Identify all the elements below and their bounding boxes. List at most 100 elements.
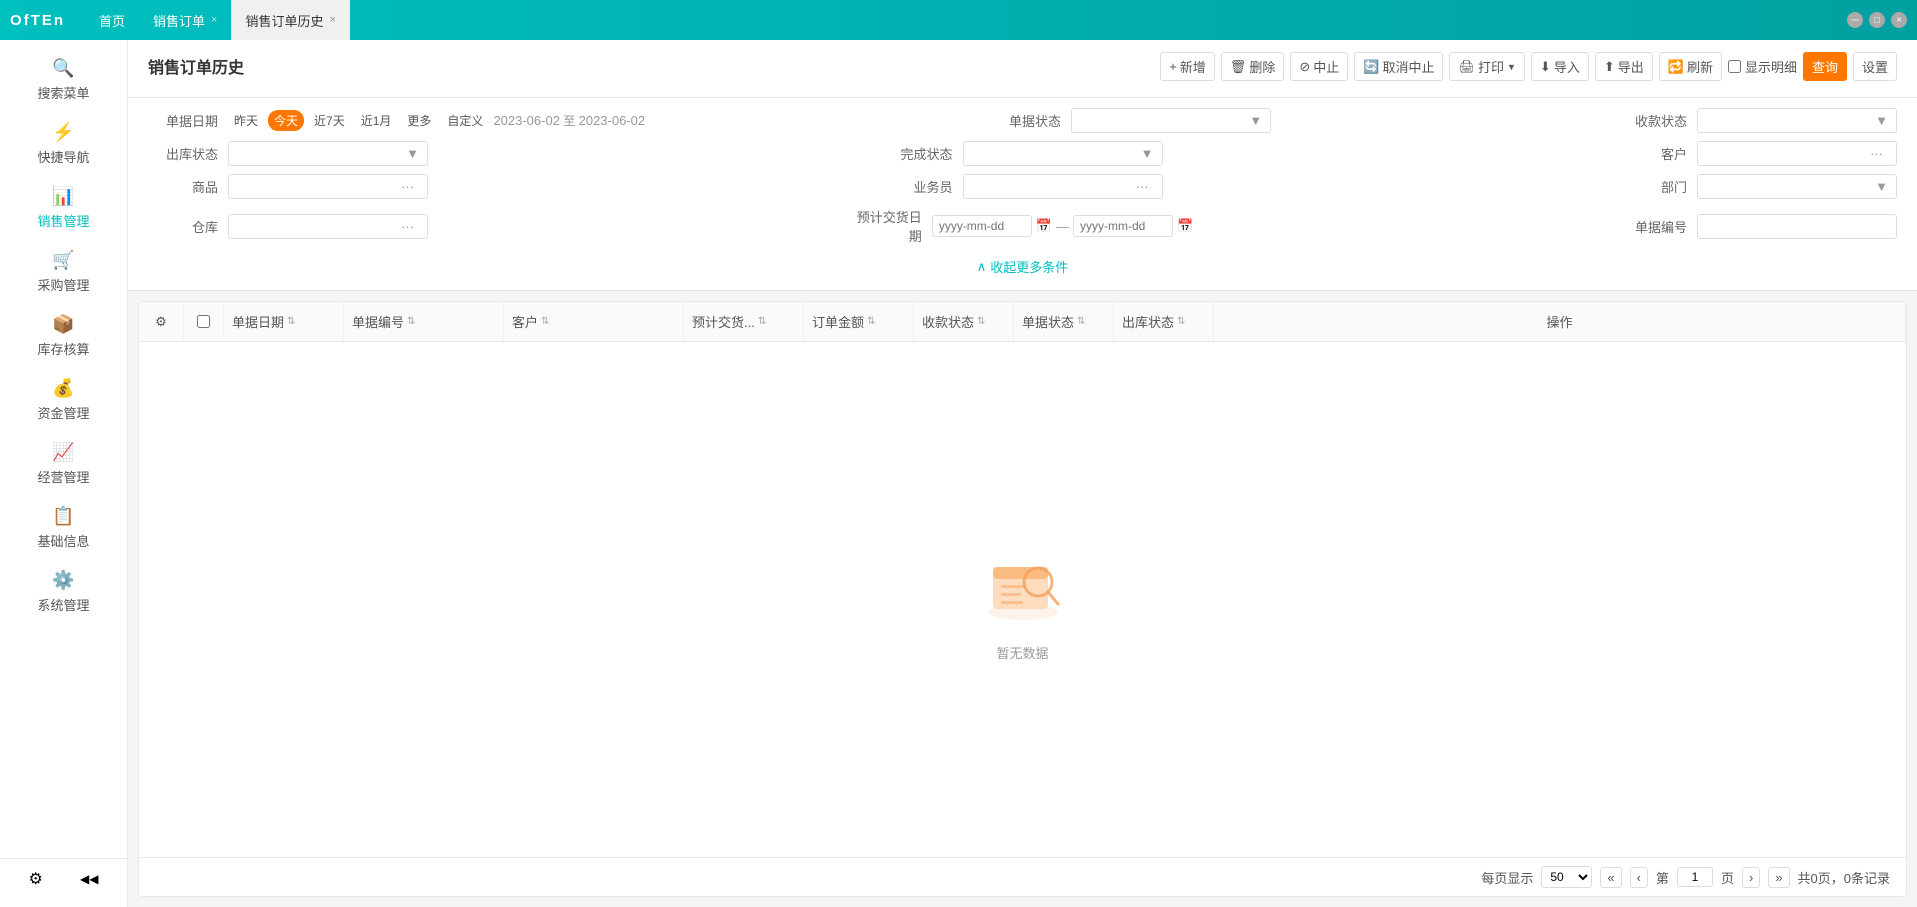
content-area: 销售订单历史 + 新增 🗑 删除 ⊘ 中止 🔄 xyxy=(128,40,1917,907)
goods-label: 商品 xyxy=(148,177,228,196)
display-cols-checkbox[interactable]: 显示明细 xyxy=(1728,57,1797,76)
settings-bottom-icon[interactable]: ⚙ xyxy=(29,869,43,889)
payment-status-label: 收款状态 xyxy=(1617,111,1697,130)
tab-sales-history[interactable]: 销售订单历史 × xyxy=(231,0,349,40)
last-page-button[interactable]: » xyxy=(1768,867,1789,888)
sidebar-item-basic[interactable]: 📋 基础信息 xyxy=(0,496,127,560)
next-page-button[interactable]: › xyxy=(1742,867,1760,888)
empty-text: 暂无数据 xyxy=(996,643,1048,662)
tab-sales-order-label: 销售订单 xyxy=(153,11,205,30)
first-page-button[interactable]: « xyxy=(1600,867,1621,888)
th-warehouse-label: 出库状态 xyxy=(1122,312,1174,331)
date-yesterday[interactable]: 昨天 xyxy=(228,110,264,131)
query-button[interactable]: 查询 xyxy=(1803,52,1847,81)
tab-sales-history-close[interactable]: × xyxy=(329,14,335,26)
current-page-input[interactable] xyxy=(1677,867,1713,887)
sales-icon: 📊 xyxy=(52,186,74,207)
sidebar-item-search[interactable]: 🔍 搜索菜单 xyxy=(0,48,127,112)
sidebar-item-system-label: 系统管理 xyxy=(37,595,89,614)
date-today[interactable]: 今天 xyxy=(268,110,304,131)
sidebar-item-sales[interactable]: 📊 销售管理 xyxy=(0,176,127,240)
th-settings[interactable]: ⚙ xyxy=(139,304,184,340)
collapse-filter-button[interactable]: ∧ 收起更多条件 xyxy=(148,253,1897,280)
date-range-display: 2023-06-02 至 2023-06-02 xyxy=(493,112,645,129)
sidebar-item-management[interactable]: 📈 经营管理 xyxy=(0,432,127,496)
import-icon: ⬇ xyxy=(1540,59,1551,75)
sidebar-item-finance[interactable]: 💰 资金管理 xyxy=(0,368,127,432)
warehouse-status-select[interactable]: ▼ xyxy=(228,141,428,166)
date-1month[interactable]: 近1月 xyxy=(355,110,398,131)
customer-input[interactable]: ··· xyxy=(1697,141,1897,166)
goods-dots[interactable]: ··· xyxy=(401,179,414,194)
minimize-button[interactable]: ─ xyxy=(1847,12,1863,28)
close-button[interactable]: × xyxy=(1891,12,1907,28)
tab-home[interactable]: 首页 xyxy=(85,0,139,40)
data-table: ⚙ 单据日期 ⇅ 单据编号 ⇅ 客户 ⇅ 预计交货... xyxy=(138,301,1907,897)
date-7days[interactable]: 近7天 xyxy=(308,110,351,131)
th-payment[interactable]: 收款状态 ⇅ xyxy=(914,302,1014,341)
salesperson-dots[interactable]: ··· xyxy=(1136,179,1149,194)
delete-button[interactable]: 🗑 删除 xyxy=(1221,52,1285,81)
delivery-start-cal-icon[interactable]: 📅 xyxy=(1036,218,1052,234)
page-size-label: 每页显示 xyxy=(1481,868,1533,887)
export-button[interactable]: ⬆ 导出 xyxy=(1595,52,1653,81)
sidebar-item-system[interactable]: ⚙️ 系统管理 xyxy=(0,560,127,624)
th-delivery[interactable]: 预计交货... ⇅ xyxy=(684,302,804,341)
th-date[interactable]: 单据日期 ⇅ xyxy=(224,302,344,341)
warehouse-dots[interactable]: ··· xyxy=(401,219,414,234)
doc-number-input[interactable] xyxy=(1697,214,1897,239)
sidebar-item-inventory[interactable]: 📦 库存核算 xyxy=(0,304,127,368)
tab-bar: OfTEn 首页 销售订单 × 销售订单历史 × xyxy=(10,0,1847,40)
doc-status-arrow: ▼ xyxy=(1249,113,1262,128)
delivery-end-input[interactable] xyxy=(1073,215,1173,237)
tab-sales-order-close[interactable]: × xyxy=(211,14,217,26)
print-button[interactable]: 🖨 打印 ▼ xyxy=(1449,52,1524,81)
th-doc-status[interactable]: 单据状态 ⇅ xyxy=(1014,302,1114,341)
doc-number-label: 单据编号 xyxy=(1617,217,1697,236)
customer-dots[interactable]: ··· xyxy=(1870,146,1883,161)
complete-status-select[interactable]: ▼ xyxy=(963,141,1163,166)
delivery-start-input[interactable] xyxy=(932,215,1032,237)
prev-page-button[interactable]: ‹ xyxy=(1630,867,1648,888)
th-warehouse[interactable]: 出库状态 ⇅ xyxy=(1114,302,1214,341)
dept-arrow: ▼ xyxy=(1875,179,1888,194)
doc-status-select[interactable]: ▼ xyxy=(1071,108,1271,133)
cancel-stop-button[interactable]: 🔄 取消中止 xyxy=(1354,52,1443,81)
th-amount[interactable]: 订单金额 ⇅ xyxy=(804,302,914,341)
refresh-button[interactable]: 🔁 刷新 xyxy=(1659,52,1722,81)
display-cols-label: 显示明细 xyxy=(1745,57,1797,76)
settings-label: 设置 xyxy=(1862,57,1888,76)
salesperson-input[interactable]: ··· xyxy=(963,174,1163,199)
sidebar-item-purchase[interactable]: 🛒 采购管理 xyxy=(0,240,127,304)
collapse-sidebar-icon[interactable]: ◀◀ xyxy=(80,872,98,886)
main-layout: 🔍 搜索菜单 ⚡ 快捷导航 📊 销售管理 🛒 采购管理 📦 库存核算 💰 资金管… xyxy=(0,40,1917,907)
page-size-select[interactable]: 50 20 100 xyxy=(1541,866,1592,888)
payment-status-select[interactable]: ▼ xyxy=(1697,108,1897,133)
delivery-end-cal-icon[interactable]: 📅 xyxy=(1177,218,1193,234)
new-button[interactable]: + 新增 xyxy=(1160,52,1215,81)
goods-input[interactable]: ··· xyxy=(228,174,428,199)
th-order[interactable]: 单据编号 ⇅ xyxy=(344,302,504,341)
date-more[interactable]: 更多 xyxy=(401,110,437,131)
dept-select[interactable]: ▼ xyxy=(1697,174,1897,199)
th-customer[interactable]: 客户 ⇅ xyxy=(504,302,684,341)
export-label: 导出 xyxy=(1618,57,1644,76)
sidebar-item-quick-nav[interactable]: ⚡ 快捷导航 xyxy=(0,112,127,176)
stop-button[interactable]: ⊘ 中止 xyxy=(1290,52,1348,81)
th-checkbox[interactable] xyxy=(184,305,224,338)
maximize-button[interactable]: □ xyxy=(1869,12,1885,28)
th-delivery-sort: ⇅ xyxy=(758,316,766,327)
tab-sales-order[interactable]: 销售订单 × xyxy=(139,0,231,40)
th-ops: 操作 xyxy=(1214,302,1906,341)
delivery-date-label: 预计交货日期 xyxy=(852,207,932,245)
tab-home-label: 首页 xyxy=(99,11,125,30)
select-all-checkbox[interactable] xyxy=(197,315,210,328)
warehouse-input[interactable]: ··· xyxy=(228,214,428,239)
payment-status-arrow: ▼ xyxy=(1875,113,1888,128)
settings-button[interactable]: 设置 xyxy=(1853,52,1897,81)
import-button[interactable]: ⬇ 导入 xyxy=(1531,52,1589,81)
display-cols-input[interactable] xyxy=(1728,60,1741,73)
new-label: 新增 xyxy=(1180,57,1206,76)
th-date-sort: ⇅ xyxy=(287,316,295,327)
date-custom[interactable]: 自定义 xyxy=(441,110,489,131)
